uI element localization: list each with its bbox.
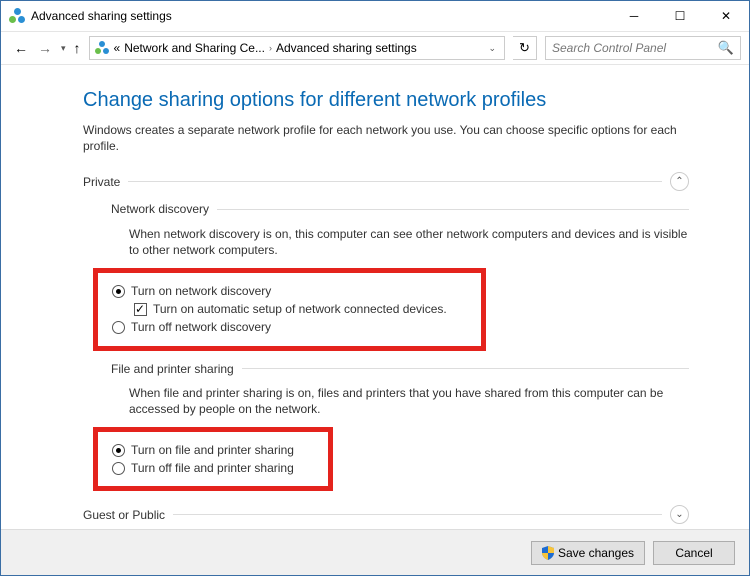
up-icon[interactable]: ↑ [74,40,81,56]
radio-turn-off-fps[interactable]: Turn off file and printer sharing [112,460,294,476]
minimize-button[interactable]: ─ [611,1,657,31]
radio-label: Turn on network discovery [131,283,271,299]
network-discovery-desc: When network discovery is on, this compu… [129,226,689,258]
search-input[interactable]: Search Control Panel 🔍 [545,36,741,60]
networking-icon [94,40,110,56]
subsection-network-discovery: Network discovery When network discovery… [83,201,689,350]
save-button[interactable]: Save changes [531,541,645,565]
divider [242,368,689,369]
radio-label: Turn off network discovery [131,319,271,335]
address-dropdown-icon[interactable]: ⌄ [484,43,500,54]
close-button[interactable]: ✕ [703,1,749,31]
maximize-button[interactable]: ☐ [657,1,703,31]
radio-icon [112,285,125,298]
file-printer-options: Turn on file and printer sharing Turn of… [93,427,333,491]
radio-icon [112,321,125,334]
network-discovery-title: Network discovery [111,201,209,217]
section-private: Private ⌃ Network discovery When network… [83,172,689,491]
button-bar: Save changes Cancel [1,529,749,575]
radio-icon [112,462,125,475]
search-placeholder: Search Control Panel [552,41,666,55]
address-bar[interactable]: « Network and Sharing Ce... › Advanced s… [89,36,505,60]
file-printer-title: File and printer sharing [111,361,234,377]
cancel-label: Cancel [675,546,712,560]
breadcrumb-part2[interactable]: Advanced sharing settings [276,41,417,55]
checkbox-label: Turn on automatic setup of network conne… [153,301,447,317]
radio-turn-off-discovery[interactable]: Turn off network discovery [112,319,447,335]
save-label: Save changes [558,546,634,560]
chevron-down-icon[interactable]: ⌄ [670,505,689,524]
breadcrumb-part1[interactable]: Network and Sharing Ce... [124,41,265,55]
file-printer-desc: When file and printer sharing is on, fil… [129,385,689,417]
content: Change sharing options for different net… [1,65,749,529]
back-icon[interactable]: ← [13,40,29,56]
checkbox-icon [134,303,147,316]
history-dropdown-icon[interactable]: ▾ [61,43,66,54]
radio-label: Turn off file and printer sharing [131,460,294,476]
radio-turn-on-fps[interactable]: Turn on file and printer sharing [112,442,294,458]
radio-turn-on-discovery[interactable]: Turn on network discovery [112,283,447,299]
section-guest-header[interactable]: Guest or Public ⌄ [83,505,689,524]
section-guest: Guest or Public ⌄ [83,505,689,524]
breadcrumb-prefix: « [114,41,121,55]
chevron-right-icon[interactable]: › [269,43,272,53]
networking-icon [9,8,25,24]
radio-icon [112,444,125,457]
chevron-up-icon[interactable]: ⌃ [670,172,689,191]
network-discovery-options: Turn on network discovery Turn on automa… [93,268,486,351]
window-title: Advanced sharing settings [31,9,172,23]
checkbox-auto-setup[interactable]: Turn on automatic setup of network conne… [134,301,447,317]
navbar: ← → ▾ ↑ « Network and Sharing Ce... › Ad… [1,31,749,65]
shield-icon [542,546,554,560]
window-buttons: ─ ☐ ✕ [611,1,749,31]
divider [217,209,689,210]
section-private-title: Private [83,174,120,190]
section-private-header[interactable]: Private ⌃ [83,172,689,191]
cancel-button[interactable]: Cancel [653,541,735,565]
refresh-button[interactable]: ↻ [513,36,537,60]
window: Advanced sharing settings ─ ☐ ✕ ← → ▾ ↑ … [0,0,750,576]
search-icon: 🔍 [718,40,734,56]
radio-label: Turn on file and printer sharing [131,442,294,458]
divider [173,514,662,515]
titlebar: Advanced sharing settings ─ ☐ ✕ [1,1,749,31]
divider [128,181,662,182]
section-guest-title: Guest or Public [83,507,165,523]
page-description: Windows creates a separate network profi… [83,122,689,154]
page-title: Change sharing options for different net… [83,87,689,114]
forward-icon: → [37,40,53,56]
subsection-file-printer: File and printer sharing When file and p… [83,361,689,492]
